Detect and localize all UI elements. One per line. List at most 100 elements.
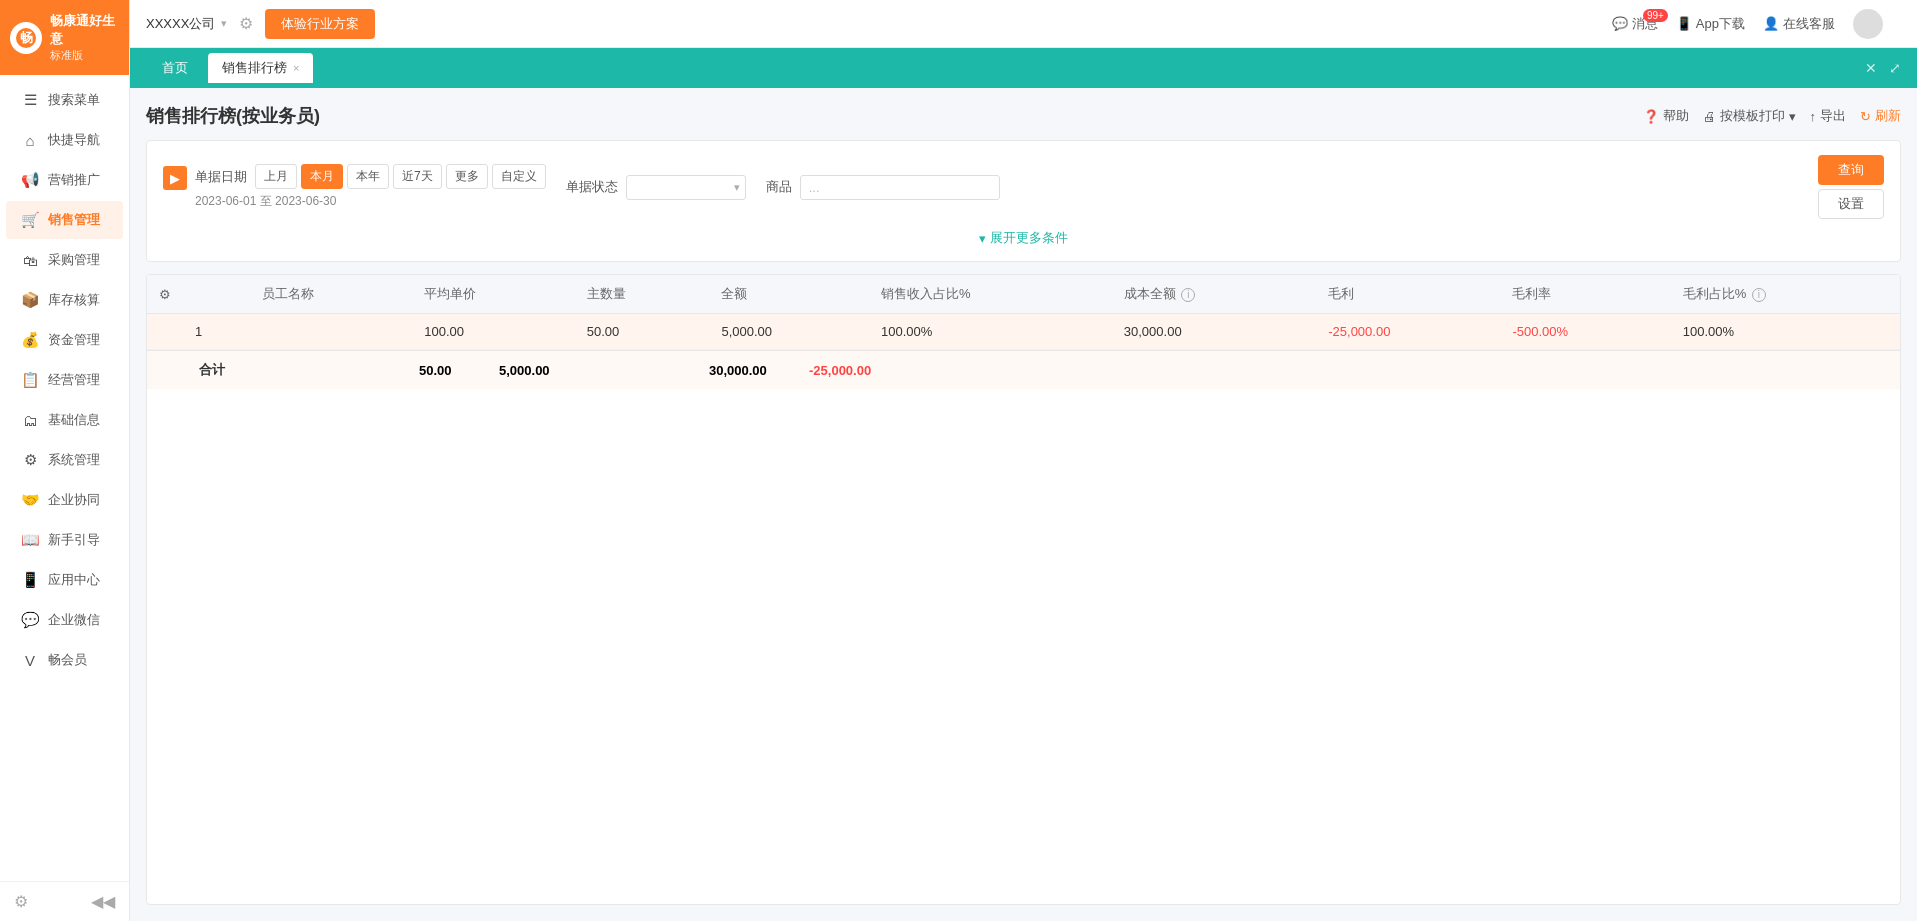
date-btn-上月[interactable]: 上月 <box>255 164 297 189</box>
member-icon: V <box>20 652 40 669</box>
filter-row: ▶ 单据日期 上月本月本年近7天更多自定义 2023-06-01 至 2023-… <box>163 155 1884 219</box>
page-title: 销售排行榜(按业务员) <box>146 104 320 128</box>
date-btn-近7天[interactable]: 近7天 <box>393 164 442 189</box>
marketing-icon: 📢 <box>20 171 40 189</box>
page-actions: ❓ 帮助 🖨 按模板打印 ▾ ↑ 导出 ↻ 刷新 <box>1643 107 1902 125</box>
service-icon: 👤 <box>1763 16 1779 31</box>
th-sales-pct: 销售收入占比% <box>869 275 1112 314</box>
sidebar-item-label-search: 搜索菜单 <box>48 91 100 109</box>
print-button[interactable]: 🖨 按模板打印 ▾ <box>1703 107 1796 125</box>
date-btn-本年[interactable]: 本年 <box>347 164 389 189</box>
sidebar-item-shortcut[interactable]: ⌂ 快捷导航 <box>6 121 123 159</box>
message-badge: 99+ <box>1643 9 1668 22</box>
sales-icon: 🛒 <box>20 211 40 229</box>
content: 销售排行榜(按业务员) ❓ 帮助 🖨 按模板打印 ▾ ↑ 导出 ↻ 刷新 <box>130 88 1917 921</box>
date-label: 单据日期 <box>195 168 247 186</box>
settings-button[interactable]: 设置 <box>1818 189 1884 219</box>
cost-info-icon[interactable]: i <box>1181 288 1195 302</box>
filter-toggle-icon[interactable]: ▶ <box>163 166 187 190</box>
date-filter: ▶ 单据日期 上月本月本年近7天更多自定义 2023-06-01 至 2023-… <box>163 164 546 210</box>
date-btn-更多[interactable]: 更多 <box>446 164 488 189</box>
sidebar-item-label-marketing: 营销推广 <box>48 171 100 189</box>
expand-label: 展开更多条件 <box>990 229 1068 247</box>
export-button[interactable]: ↑ 导出 <box>1810 107 1847 125</box>
tab-home[interactable]: 首页 <box>146 48 204 88</box>
sidebar-item-finance[interactable]: 💰 资金管理 <box>6 321 123 359</box>
avatar[interactable] <box>1853 9 1883 39</box>
sidebar-item-system[interactable]: ⚙ 系统管理 <box>6 441 123 479</box>
topbar-gear-icon[interactable]: ⚙ <box>239 14 253 33</box>
message-button[interactable]: 💬 消息 99+ <box>1612 15 1658 33</box>
topbar: XXXXX公司 ▾ ⚙ 体验行业方案 💬 消息 99+ 📱 App下载 👤 在线… <box>130 0 1917 48</box>
date-btn-自定义[interactable]: 自定义 <box>492 164 546 189</box>
trial-button[interactable]: 体验行业方案 <box>265 9 375 39</box>
sidebar-item-search[interactable]: ☰ 搜索菜单 <box>6 81 123 119</box>
sidebar-item-operation[interactable]: 📋 经营管理 <box>6 361 123 399</box>
collapse-icon[interactable]: ◀◀ <box>91 892 115 911</box>
sidebar-item-purchase[interactable]: 🛍 采购管理 <box>6 241 123 279</box>
help-icon: ❓ <box>1643 109 1659 124</box>
footer-amount: 5,000.00 <box>499 363 599 378</box>
topbar-right: 💬 消息 99+ 📱 App下载 👤 在线客服 <box>1612 9 1901 39</box>
cell-gross: -25,000.00 <box>1316 314 1500 350</box>
cell-cost: 30,000.00 <box>1112 314 1316 350</box>
sidebar-item-label-cooperation: 企业协同 <box>48 491 100 509</box>
expand-more-button[interactable]: ▾ 展开更多条件 <box>979 229 1068 247</box>
gross-pct-info-icon[interactable]: i <box>1752 288 1766 302</box>
th-gross-pct: 毛利占比% i <box>1671 275 1900 314</box>
sidebar-item-inventory[interactable]: 📦 库存核算 <box>6 281 123 319</box>
cell-avg-price: 100.00 <box>412 314 574 350</box>
window-close-icon[interactable]: ✕ <box>1865 60 1877 76</box>
system-icon: ⚙ <box>20 451 40 469</box>
sidebar-item-guide[interactable]: 📖 新手引导 <box>6 521 123 559</box>
company-selector[interactable]: XXXXX公司 ▾ <box>146 15 227 33</box>
online-service-button[interactable]: 👤 在线客服 <box>1763 15 1835 33</box>
date-btn-本月[interactable]: 本月 <box>301 164 343 189</box>
sidebar-item-label-inventory: 库存核算 <box>48 291 100 309</box>
sidebar-item-marketing[interactable]: 📢 营销推广 <box>6 161 123 199</box>
sidebar-item-label-shortcut: 快捷导航 <box>48 131 100 149</box>
sidebar-item-apps[interactable]: 📱 应用中心 <box>6 561 123 599</box>
row-settings[interactable] <box>147 314 183 350</box>
cell-rank: 1 <box>183 314 250 350</box>
tabbar: 首页 销售排行榜 × ✕ ⤢ <box>130 48 1917 88</box>
sidebar-item-label-system: 系统管理 <box>48 451 100 469</box>
filter-panel: ▶ 单据日期 上月本月本年近7天更多自定义 2023-06-01 至 2023-… <box>146 140 1901 262</box>
query-actions: 查询 设置 <box>1818 155 1884 219</box>
wechat-icon: 💬 <box>20 611 40 629</box>
refresh-button[interactable]: ↻ 刷新 <box>1860 107 1901 125</box>
goods-input[interactable]: ... <box>800 175 1000 200</box>
status-select[interactable] <box>626 175 746 200</box>
svg-text:畅: 畅 <box>20 30 33 45</box>
sidebar-item-member[interactable]: V 畅会员 <box>6 641 123 679</box>
sidebar-logo: 畅 畅康通好生意 标准版 <box>0 0 129 75</box>
sidebar-item-wechat[interactable]: 💬 企业微信 <box>6 601 123 639</box>
settings-bottom-icon[interactable]: ⚙ <box>14 892 28 911</box>
footer-gross: -25,000.00 <box>809 363 909 378</box>
help-button[interactable]: ❓ 帮助 <box>1643 107 1689 125</box>
sidebar-item-label-guide: 新手引导 <box>48 531 100 549</box>
cell-gross-pct: 100.00% <box>1671 314 1900 350</box>
tab-sales-ranking[interactable]: 销售排行榜 × <box>208 53 313 83</box>
cell-sales-pct: 100.00% <box>869 314 1112 350</box>
window-expand-icon[interactable]: ⤢ <box>1889 60 1901 76</box>
footer-label: 合计 <box>199 361 259 379</box>
cell-name <box>250 314 412 350</box>
sidebar-item-base[interactable]: 🗂 基础信息 <box>6 401 123 439</box>
tabbar-right: ✕ ⤢ <box>1865 60 1901 76</box>
print-label: 按模板打印 <box>1720 107 1785 125</box>
query-button[interactable]: 查询 <box>1818 155 1884 185</box>
goods-placeholder: ... <box>809 180 820 195</box>
sidebar: 畅 畅康通好生意 标准版 ☰ 搜索菜单 ⌂ 快捷导航 📢 营销推广 🛒 销售管理… <box>0 0 130 921</box>
sidebar-item-sales[interactable]: 🛒 销售管理 <box>6 201 123 239</box>
th-settings[interactable]: ⚙ <box>147 275 183 314</box>
sidebar-item-cooperation[interactable]: 🤝 企业协同 <box>6 481 123 519</box>
sidebar-item-label-purchase: 采购管理 <box>48 251 100 269</box>
th-cost: 成本全额 i <box>1112 275 1316 314</box>
logo-icon: 畅 <box>10 22 42 54</box>
tab-close-icon[interactable]: × <box>293 62 299 74</box>
export-label: 导出 <box>1820 107 1846 125</box>
th-qty: 主数量 <box>575 275 710 314</box>
app-download-button[interactable]: 📱 App下载 <box>1676 15 1745 33</box>
sales-table: ⚙ 员工名称 平均单价 主数量 全额 销售收入占比% 成本全额 i 毛利 毛利率 <box>147 275 1900 350</box>
